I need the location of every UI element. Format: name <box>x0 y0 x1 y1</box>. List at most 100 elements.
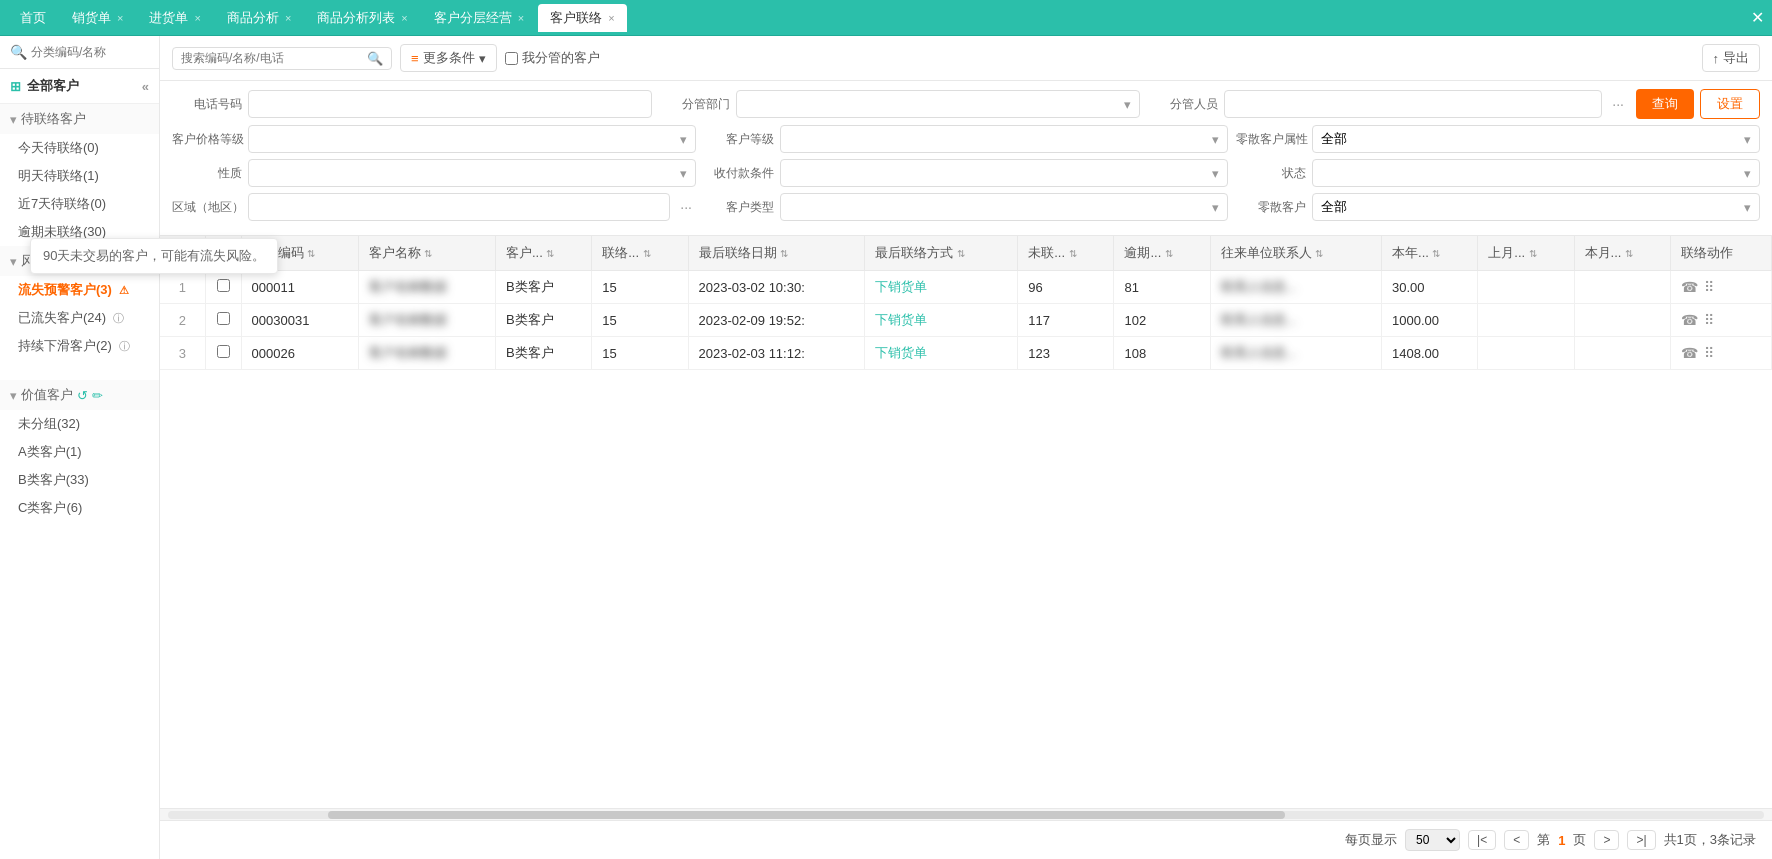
tab-purchase[interactable]: 进货单 × <box>137 4 212 32</box>
row-contact-link[interactable]: 下销货单 <box>875 345 927 360</box>
sort-icon-thisyear[interactable]: ⇅ <box>1432 248 1440 259</box>
scrollbar-thumb[interactable] <box>328 811 1286 819</box>
tab-customer-segment-close[interactable]: × <box>518 12 524 24</box>
sort-icon-type[interactable]: ⇅ <box>546 248 554 259</box>
filter-region-input[interactable] <box>248 193 670 221</box>
sort-icon[interactable]: ⇅ <box>307 248 315 259</box>
row-contact-link[interactable]: 下销货单 <box>875 312 927 327</box>
tab-product-analysis[interactable]: 商品分析 × <box>215 4 303 32</box>
sidebar-root[interactable]: ⊞ 全部客户 « <box>0 69 159 104</box>
row-checkbox[interactable] <box>217 279 230 292</box>
filter-dept-select[interactable]: ▾ <box>736 90 1140 118</box>
sort-icon-name[interactable]: ⇅ <box>424 248 432 259</box>
filter-phone-input[interactable] <box>248 90 652 118</box>
filter-retail-customer: 零散客户 全部▾ <box>1236 193 1760 221</box>
filter-customer-grade-select[interactable]: ▾ <box>780 125 1228 153</box>
sidebar-search-input[interactable] <box>31 45 149 59</box>
filter-status-select[interactable]: ▾ <box>1312 159 1760 187</box>
row-contacts: 联系人信息... <box>1210 271 1381 304</box>
filter-payment-select[interactable]: ▾ <box>780 159 1228 187</box>
tab-product-list[interactable]: 商品分析列表 × <box>305 4 419 32</box>
tab-customer-segment[interactable]: 客户分层经营 × <box>422 4 536 32</box>
row-contact-count: 15 <box>592 337 688 370</box>
row-contact-link[interactable]: 下销货单 <box>875 279 927 294</box>
sidebar-search-icon: 🔍 <box>10 44 27 60</box>
sort-icon-overdue[interactable]: ⇅ <box>1165 248 1173 259</box>
row-overdue: 108 <box>1114 337 1210 370</box>
col-date-header: 最后联络日期 ⇅ <box>688 236 864 271</box>
horizontal-scrollbar[interactable] <box>160 808 1772 820</box>
sort-icon-contacts[interactable]: ⇅ <box>1315 248 1323 259</box>
collapse-icon[interactable]: « <box>142 79 149 94</box>
export-button[interactable]: ↑ 导出 <box>1702 44 1761 72</box>
filter-customer-type-select[interactable]: ▾ <box>780 193 1228 221</box>
row-more-action-icon[interactable]: ⠿ <box>1704 345 1714 361</box>
sidebar-item-churned[interactable]: 已流失客户(24) ⓘ <box>0 304 159 332</box>
tab-product-list-close[interactable]: × <box>401 12 407 24</box>
col-nocontact-header: 未联... ⇅ <box>1018 236 1114 271</box>
sort-icon-lastmonth[interactable]: ⇅ <box>1529 248 1537 259</box>
row-more-action-icon[interactable]: ⠿ <box>1704 312 1714 328</box>
sidebar-item-7days[interactable]: 近7天待联络(0) <box>0 190 159 218</box>
sidebar-item-class-c[interactable]: C类客户(6) <box>0 494 159 522</box>
filter-region-more[interactable]: ··· <box>676 199 696 215</box>
tab-customer-contact[interactable]: 客户联络 × <box>538 4 626 32</box>
prev-page-button[interactable]: < <box>1504 830 1529 850</box>
sidebar-item-today[interactable]: 今天待联络(0) <box>0 134 159 162</box>
sidebar-item-churn-warning[interactable]: 流失预警客户(3) ⚠ <box>0 276 159 304</box>
filter-manager-more[interactable]: ··· <box>1608 96 1628 112</box>
sort-icon-date[interactable]: ⇅ <box>780 248 788 259</box>
data-table-wrap: ⚙ 客户编码 ⇅ 客户名称 ⇅ 客户... ⇅ 联络... ⇅ 最后联络日期 ⇅… <box>160 236 1772 808</box>
sidebar-item-ungrouped[interactable]: 未分组(32) <box>0 410 159 438</box>
last-page-button[interactable]: >| <box>1627 830 1655 850</box>
more-filters-button[interactable]: ≡ 更多条件 ▾ <box>400 44 497 72</box>
tab-purchase-close[interactable]: × <box>194 12 200 24</box>
row-actions-cell: ☎ ⠿ <box>1670 304 1771 337</box>
tab-product-analysis-close[interactable]: × <box>285 12 291 24</box>
my-customers-checkbox-label[interactable]: 我分管的客户 <box>505 49 600 67</box>
row-checkbox[interactable] <box>217 312 230 325</box>
search-input[interactable] <box>181 51 363 65</box>
filter-nature-select[interactable]: ▾ <box>248 159 696 187</box>
tab-home[interactable]: 首页 <box>8 4 58 32</box>
row-contacts-blurred: 联系人信息... <box>1221 311 1297 329</box>
row-overdue: 102 <box>1114 304 1210 337</box>
close-window-icon[interactable]: ✕ <box>1751 8 1764 27</box>
row-contact-action-icon[interactable]: ☎ <box>1681 279 1698 295</box>
sidebar-item-class-a[interactable]: A类客户(1) <box>0 438 159 466</box>
sort-icon-thismonth[interactable]: ⇅ <box>1625 248 1633 259</box>
row-name: 客户名称数据 <box>358 337 495 370</box>
row-more-action-icon[interactable]: ⠿ <box>1704 279 1714 295</box>
first-page-button[interactable]: |< <box>1468 830 1496 850</box>
filter-retail-customer-label: 零散客户 <box>1236 199 1306 216</box>
sort-icon-nocontact[interactable]: ⇅ <box>1069 248 1077 259</box>
row-checkbox[interactable] <box>217 345 230 358</box>
tab-sales-close[interactable]: × <box>117 12 123 24</box>
query-button[interactable]: 查询 <box>1636 89 1694 119</box>
filter-manager-input[interactable] <box>1224 90 1602 118</box>
refresh-icon[interactable]: ↺ <box>77 388 88 403</box>
filter-retail-attr-select[interactable]: 全部▾ <box>1312 125 1760 153</box>
next-page-button[interactable]: > <box>1594 830 1619 850</box>
row-last-contact-date: 2023-03-02 10:30: <box>688 271 864 304</box>
edit-icon[interactable]: ✏ <box>92 388 103 403</box>
page-size-select[interactable]: 50 100 200 <box>1405 829 1460 851</box>
filter-price-grade-select[interactable]: ▾ <box>248 125 696 153</box>
main-layout: 🔍 ⊞ 全部客户 « ▾ 待联络客户 今天待联络(0) 明天待联络(1) 近7天… <box>0 36 1772 859</box>
filter-region-label: 区域（地区） <box>172 199 242 216</box>
tab-customer-contact-close[interactable]: × <box>608 12 614 24</box>
my-customers-checkbox[interactable] <box>505 52 518 65</box>
filter-retail-customer-select[interactable]: 全部▾ <box>1312 193 1760 221</box>
row-contact-action-icon[interactable]: ☎ <box>1681 345 1698 361</box>
row-contact-action-icon[interactable]: ☎ <box>1681 312 1698 328</box>
search-execute-icon[interactable]: 🔍 <box>367 51 383 66</box>
sidebar-item-declining[interactable]: 持续下滑客户(2) ⓘ <box>0 332 159 360</box>
setting-button[interactable]: 设置 <box>1700 89 1760 119</box>
tab-sales[interactable]: 销货单 × <box>60 4 135 32</box>
sort-icon-method[interactable]: ⇅ <box>957 248 965 259</box>
sidebar-item-class-b[interactable]: B类客户(33) <box>0 466 159 494</box>
sidebar-group-value[interactable]: ▾ 价值客户 ↺ ✏ <box>0 380 159 410</box>
sort-icon-contact[interactable]: ⇅ <box>643 248 651 259</box>
sidebar-group-pending[interactable]: ▾ 待联络客户 <box>0 104 159 134</box>
sidebar-item-tomorrow[interactable]: 明天待联络(1) <box>0 162 159 190</box>
